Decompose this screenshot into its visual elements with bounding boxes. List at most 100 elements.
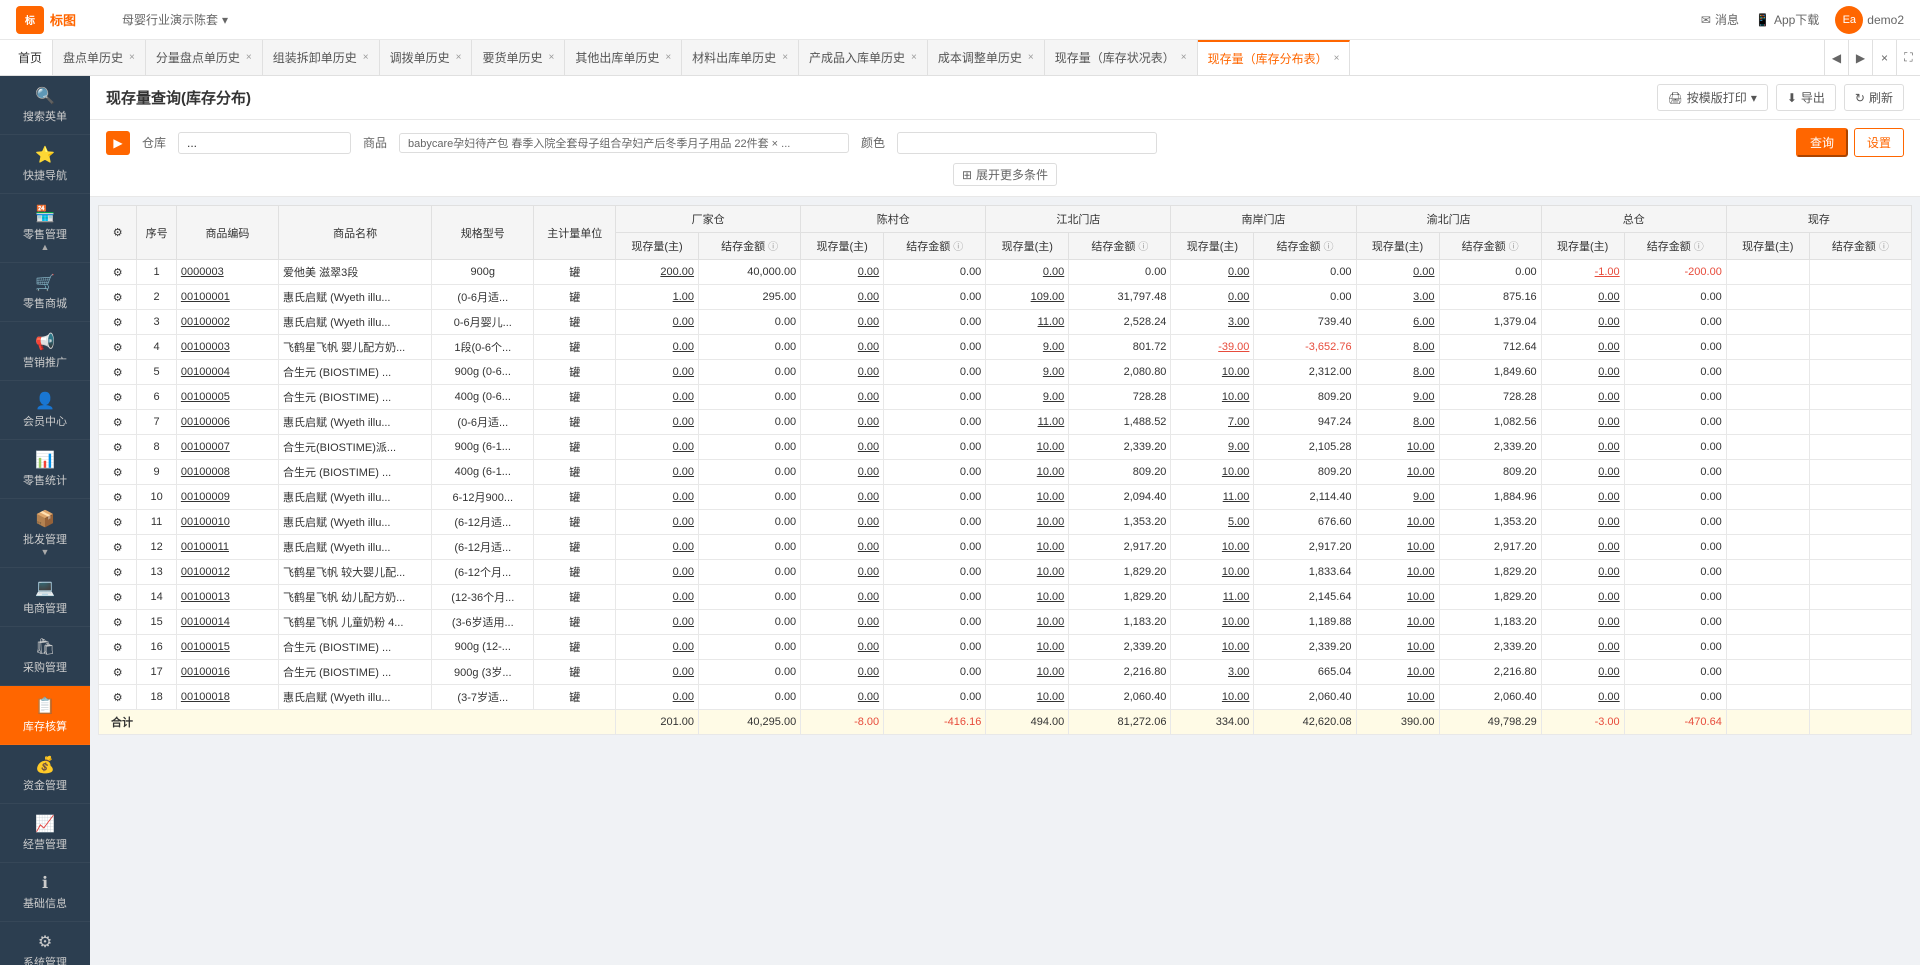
cell-settings[interactable]: ⚙ [99, 535, 137, 560]
cell-settings[interactable]: ⚙ [99, 260, 137, 285]
info-icon[interactable]: ⓘ [1694, 242, 1704, 253]
cell-settings[interactable]: ⚙ [99, 360, 137, 385]
cell-code[interactable]: 00100013 [176, 585, 278, 610]
cell-jb-qty[interactable]: 10.00 [986, 560, 1069, 585]
cell-na-qty[interactable]: 11.00 [1171, 485, 1254, 510]
cell-na-qty[interactable]: 10.00 [1171, 560, 1254, 585]
cell-fj-qty[interactable]: 0.00 [616, 585, 699, 610]
cell-code[interactable]: 00100014 [176, 610, 278, 635]
fullscreen-btn[interactable]: ⛶ [1896, 40, 1920, 76]
table-container[interactable]: ⚙ 序号 商品编码 商品名称 规格型号 主计量单位 厂家仓 陈村仓 江北门店 南… [90, 197, 1920, 965]
cell-cc-qty[interactable]: 0.00 [801, 485, 884, 510]
cell-cc-qty[interactable]: 0.00 [801, 310, 884, 335]
cell-settings[interactable]: ⚙ [99, 335, 137, 360]
sidebar-item-wholesale[interactable]: 📦 批发管理 ▼ [0, 499, 90, 568]
cell-jb-qty[interactable]: 9.00 [986, 385, 1069, 410]
cell-fj-qty[interactable]: 0.00 [616, 360, 699, 385]
cell-settings[interactable]: ⚙ [99, 685, 137, 710]
cell-na-qty[interactable]: 10.00 [1171, 535, 1254, 560]
close-icon[interactable]: × [911, 52, 917, 63]
cell-na-qty[interactable]: 10.00 [1171, 360, 1254, 385]
expand-conditions-btn[interactable]: ⊞ 展开更多条件 [953, 163, 1057, 186]
cell-jb-qty[interactable]: 10.00 [986, 585, 1069, 610]
info-icon[interactable]: ⓘ [1509, 242, 1519, 253]
cell-cc-qty[interactable]: 0.00 [801, 285, 884, 310]
cell-na-qty[interactable]: 3.00 [1171, 660, 1254, 685]
cell-code[interactable]: 00100005 [176, 385, 278, 410]
th-settings[interactable]: ⚙ [99, 206, 137, 260]
cell-cc-qty[interactable]: 0.00 [801, 460, 884, 485]
cell-zc-qty[interactable]: 0.00 [1541, 310, 1624, 335]
sidebar-item-retail-shop[interactable]: 🛒 零售商城 [0, 263, 90, 322]
cell-cc-qty[interactable]: 0.00 [801, 535, 884, 560]
cell-cc-qty[interactable]: 0.00 [801, 385, 884, 410]
cell-yb-qty[interactable]: 0.00 [1356, 260, 1439, 285]
cell-cc-qty[interactable]: 0.00 [801, 360, 884, 385]
cell-yb-qty[interactable]: 10.00 [1356, 510, 1439, 535]
tab-stock-dist[interactable]: 现存量（库存分布表） × [1198, 40, 1351, 76]
cell-zc-qty[interactable]: 0.00 [1541, 360, 1624, 385]
cell-fj-qty[interactable]: 0.00 [616, 560, 699, 585]
cell-yb-qty[interactable]: 10.00 [1356, 560, 1439, 585]
info-icon[interactable]: ⓘ [953, 242, 963, 253]
cell-code[interactable]: 00100018 [176, 685, 278, 710]
cell-zc-qty[interactable]: 0.00 [1541, 535, 1624, 560]
close-icon[interactable]: × [782, 52, 788, 63]
cell-zc-qty[interactable]: 0.00 [1541, 435, 1624, 460]
tab-sub-inventory[interactable]: 分量盘点单历史 × [146, 40, 263, 76]
cell-cc-qty[interactable]: 0.00 [801, 560, 884, 585]
sidebar-item-finance[interactable]: 💰 资金管理 [0, 745, 90, 804]
cell-na-qty[interactable]: 11.00 [1171, 585, 1254, 610]
sidebar-item-shortcut[interactable]: ⭐ 快捷导航 [0, 135, 90, 194]
next-tab-btn[interactable]: ▶ [1848, 40, 1872, 76]
sidebar-item-inventory[interactable]: 📋 库存核算 [0, 686, 90, 745]
cell-zc-qty[interactable]: 0.00 [1541, 485, 1624, 510]
cell-na-qty[interactable]: 0.00 [1171, 285, 1254, 310]
cell-zc-qty[interactable]: 0.00 [1541, 410, 1624, 435]
cell-yb-qty[interactable]: 8.00 [1356, 410, 1439, 435]
info-icon[interactable]: ⓘ [768, 242, 778, 253]
info-icon[interactable]: ⓘ [1879, 242, 1889, 253]
info-icon[interactable]: ⓘ [1138, 242, 1148, 253]
cell-jb-qty[interactable]: 10.00 [986, 685, 1069, 710]
close-icon[interactable]: × [129, 52, 135, 63]
cell-code[interactable]: 00100010 [176, 510, 278, 535]
settings-icon[interactable]: ⚙ [113, 227, 123, 239]
setting-btn[interactable]: 设置 [1854, 128, 1904, 157]
cell-settings[interactable]: ⚙ [99, 285, 137, 310]
cell-jb-qty[interactable]: 10.00 [986, 510, 1069, 535]
print-btn[interactable]: 🖨 按模版打印 ▾ [1657, 84, 1768, 111]
cell-jb-qty[interactable]: 9.00 [986, 360, 1069, 385]
cell-code[interactable]: 00100006 [176, 410, 278, 435]
cell-na-qty[interactable]: 0.00 [1171, 260, 1254, 285]
sidebar-item-basics[interactable]: ℹ 基础信息 [0, 863, 90, 922]
cell-fj-qty[interactable]: 0.00 [616, 510, 699, 535]
cell-settings[interactable]: ⚙ [99, 560, 137, 585]
cell-zc-qty[interactable]: 0.00 [1541, 335, 1624, 360]
cell-jb-qty[interactable]: 10.00 [986, 660, 1069, 685]
cell-settings[interactable]: ⚙ [99, 585, 137, 610]
cell-cc-qty[interactable]: 0.00 [801, 685, 884, 710]
cell-yb-qty[interactable]: 10.00 [1356, 435, 1439, 460]
cell-yb-qty[interactable]: 10.00 [1356, 585, 1439, 610]
cell-fj-qty[interactable]: 0.00 [616, 335, 699, 360]
message-btn[interactable]: ✉ 消息 [1701, 11, 1739, 28]
cell-zc-qty[interactable]: 0.00 [1541, 660, 1624, 685]
sidebar-item-purchase[interactable]: 🛍 采购管理 [0, 627, 90, 686]
cell-zc-qty[interactable]: -1.00 [1541, 260, 1624, 285]
cell-zc-qty[interactable]: 0.00 [1541, 585, 1624, 610]
tab-cost-adjust[interactable]: 成本调整单历史 × [928, 40, 1045, 76]
close-icon[interactable]: × [548, 52, 554, 63]
sidebar-item-retail-mgmt[interactable]: 🏪 零售管理 ▲ [0, 194, 90, 263]
close-icon[interactable]: × [1028, 52, 1034, 63]
cell-jb-qty[interactable]: 11.00 [986, 310, 1069, 335]
cell-yb-qty[interactable]: 8.00 [1356, 360, 1439, 385]
color-input[interactable] [897, 132, 1157, 154]
tab-transfer[interactable]: 调拨单历史 × [380, 40, 473, 76]
user-area[interactable]: Ea demo2 [1835, 6, 1904, 34]
cell-na-qty[interactable]: 10.00 [1171, 635, 1254, 660]
goods-input[interactable] [399, 133, 849, 153]
cell-na-qty[interactable]: 10.00 [1171, 460, 1254, 485]
cell-code[interactable]: 00100001 [176, 285, 278, 310]
cell-fj-qty[interactable]: 0.00 [616, 635, 699, 660]
